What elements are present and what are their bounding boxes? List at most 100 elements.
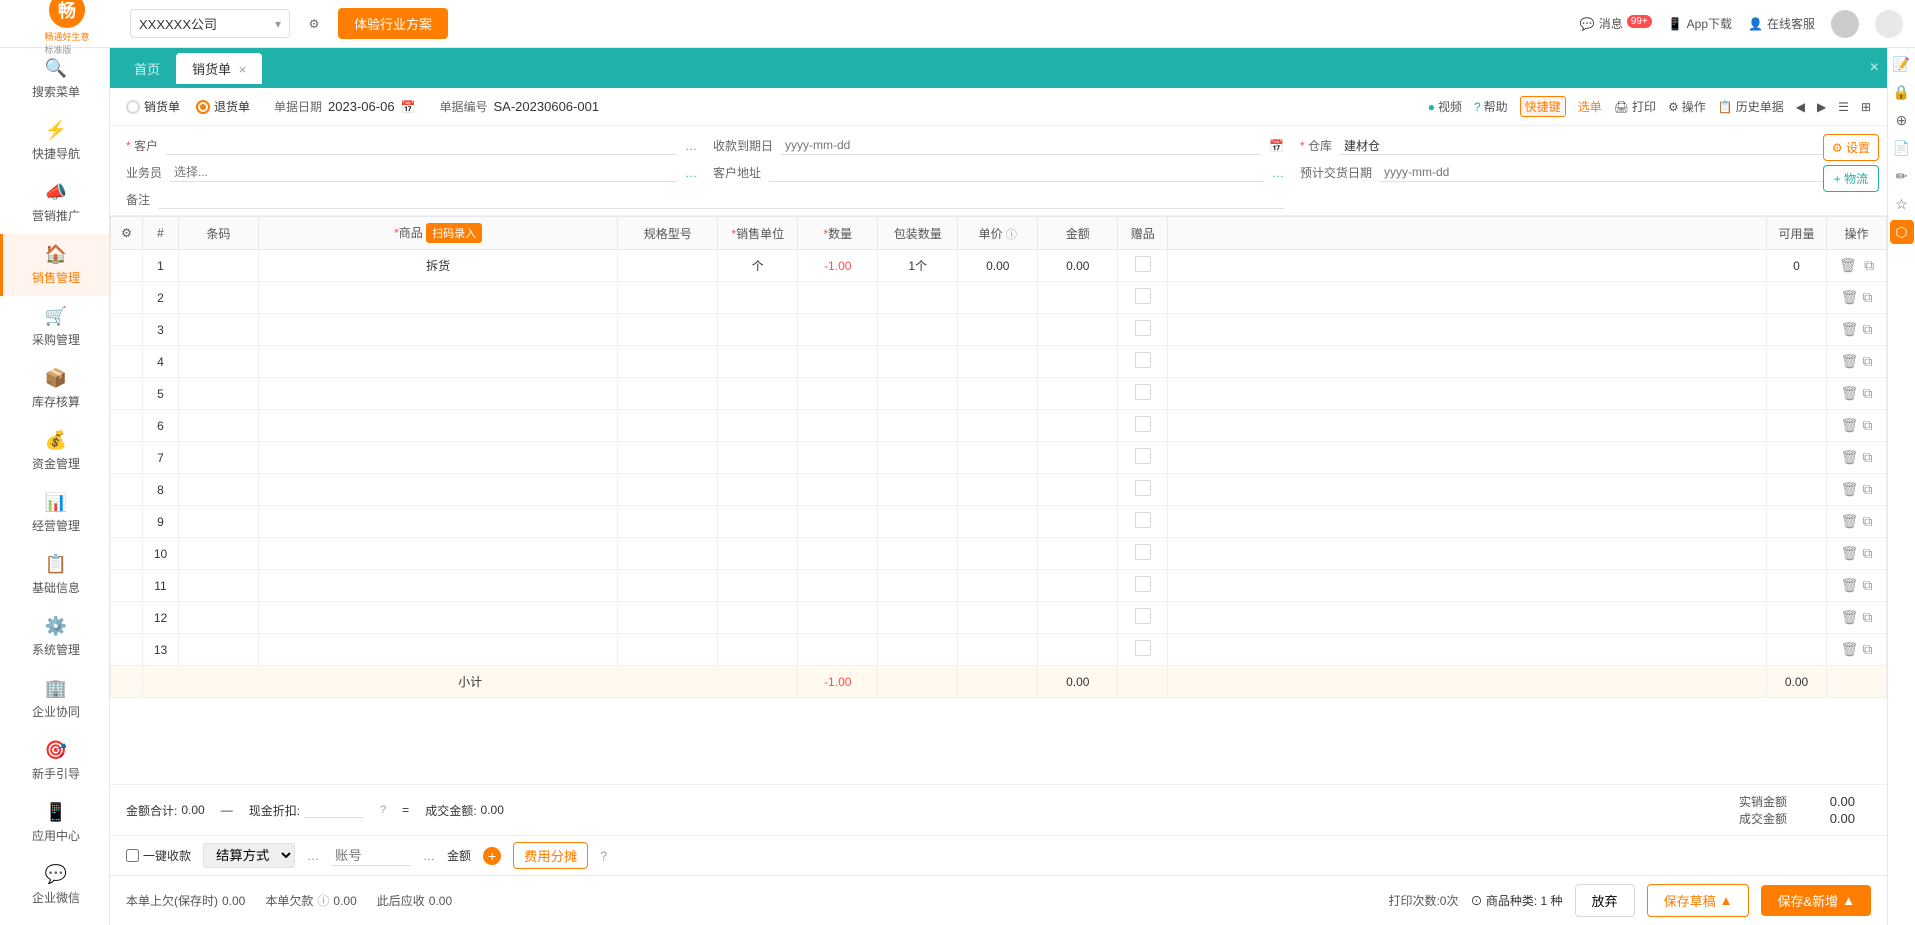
save-new-btn[interactable]: 保存&新增 ▲ [1761,885,1871,916]
row-gift[interactable] [1118,282,1168,314]
row-price[interactable] [958,314,1038,346]
settlement-more-icon[interactable]: … [307,849,319,863]
copy-icon[interactable]: ⧉ [1860,513,1874,529]
sidebar-item-basic[interactable]: 📋 基础信息 [0,544,109,606]
row-spec[interactable] [618,250,718,282]
delete-icon[interactable]: 🗑 [1837,257,1859,273]
sidebar-item-shortcuts[interactable]: ⚡ 快捷导航 [0,110,109,172]
radio-sales[interactable]: 销货单 [126,98,180,115]
customer-input[interactable] [166,136,677,155]
right-float-add[interactable]: ⊕ [1890,108,1914,132]
salesperson-input[interactable] [170,163,677,182]
right-float-notes[interactable]: 📝 [1890,52,1914,76]
delete-icon[interactable]: 🗑 [1839,289,1861,305]
row-amount[interactable] [1038,314,1118,346]
col-settings[interactable]: ⚙ [111,217,143,250]
row-product[interactable]: 拆货 [259,250,618,282]
remarks-input[interactable] [158,190,1284,209]
action-select[interactable]: 选单 [1578,98,1602,115]
logistics-btn[interactable]: + 物流 [1823,165,1879,192]
sidebar-item-purchase[interactable]: 🛒 采购管理 [0,296,109,358]
copy-icon[interactable]: ⧉ [1860,641,1874,657]
nav-next[interactable]: ▶ [1817,100,1826,114]
row-product[interactable] [259,282,618,314]
tab-bar-close-icon[interactable]: × [1870,59,1879,77]
row-gift[interactable] [1118,250,1168,282]
cash-discount-input[interactable] [304,802,364,818]
sidebar-item-enterprise[interactable]: 🏢 企业协同 [0,668,109,730]
row-product[interactable] [259,314,618,346]
copy-icon[interactable]: ⧉ [1860,353,1874,369]
sidebar-item-system[interactable]: ⚙️ 系统管理 [0,606,109,668]
one-click-checkbox[interactable] [126,849,139,862]
view-grid-icon[interactable]: ⊞ [1861,100,1871,114]
row-barcode[interactable] [179,250,259,282]
payment-due-input[interactable] [781,136,1261,155]
date-value[interactable]: 2023-06-06 [328,99,395,114]
sidebar-item-marketing[interactable]: 📣 营销推广 [0,172,109,234]
copy-icon[interactable]: ⧉ [1860,481,1874,497]
delete-icon[interactable]: 🗑 [1839,353,1861,369]
avatar[interactable] [1831,10,1859,38]
sidebar-item-wechat[interactable]: 💬 企业微信 [0,854,109,916]
delete-icon[interactable]: 🗑 [1839,417,1861,433]
discount-info-icon[interactable]: ? [380,804,386,816]
app-download-btn[interactable]: 📱 App下载 [1668,15,1732,32]
row-pkg[interactable] [878,314,958,346]
right-float-orange[interactable]: ⬡ [1890,220,1914,244]
row-qty[interactable] [798,282,878,314]
save-draft-btn[interactable]: 保存草稿 ▲ [1647,884,1750,917]
right-float-lock[interactable]: 🔒 [1890,80,1914,104]
row-qty[interactable]: -1.00 [798,250,878,282]
bank-account-input[interactable] [331,846,411,866]
action-history[interactable]: 📋 历史单据 [1718,98,1784,115]
try-btn[interactable]: 体验行业方案 [338,8,448,39]
copy-icon[interactable]: ⧉ [1860,385,1874,401]
message-btn[interactable]: 💬 消息 99+ [1580,15,1652,32]
sidebar-item-finance[interactable]: 💰 资金管理 [0,420,109,482]
abandon-btn[interactable]: 放弃 [1575,884,1635,917]
sidebar-item-member[interactable]: V 畅会员 [0,916,109,925]
add-payment-btn[interactable]: + [483,847,501,865]
right-float-doc[interactable]: 📄 [1890,136,1914,160]
radio-return[interactable]: 退货单 [196,98,250,115]
delete-icon[interactable]: 🗑 [1839,641,1861,657]
sidebar-item-operations[interactable]: 📊 经营管理 [0,482,109,544]
row-notes[interactable] [1168,250,1767,282]
row-amount[interactable]: 0.00 [1038,250,1118,282]
salesperson-more-icon[interactable]: … [685,166,697,180]
copy-icon[interactable]: ⧉ [1860,449,1874,465]
delete-icon[interactable]: 🗑 [1839,321,1861,337]
delete-icon[interactable]: 🗑 [1839,513,1861,529]
action-shortcut[interactable]: 快捷键 [1520,96,1566,117]
row-barcode[interactable] [179,282,259,314]
action-video[interactable]: ● 视频 [1428,98,1462,115]
row-price[interactable] [958,282,1038,314]
copy-icon[interactable]: ⧉ [1860,321,1874,337]
view-list-icon[interactable]: ☰ [1838,100,1849,114]
delete-icon[interactable]: 🗑 [1839,577,1861,593]
action-help[interactable]: ? 帮助 [1474,98,1508,115]
payment-calendar-icon[interactable]: 📅 [1269,139,1284,153]
row-spec[interactable] [618,282,718,314]
row-unit[interactable] [718,282,798,314]
delete-icon[interactable]: 🗑 [1839,481,1861,497]
right-float-edit[interactable]: ✏ [1890,164,1914,188]
tab-sales-order[interactable]: 销货单 × [176,53,262,84]
expense-btn[interactable]: 费用分摊 [513,842,588,869]
tab-home[interactable]: 首页 [118,53,176,84]
delete-icon[interactable]: 🗑 [1839,449,1861,465]
settlement-select[interactable]: 结算方式 [203,843,295,868]
address-more-icon[interactable]: … [1272,166,1284,180]
row-unit[interactable] [718,314,798,346]
row-amount[interactable] [1038,282,1118,314]
expense-help-icon[interactable]: ? [600,849,607,863]
tab-close-icon[interactable]: × [239,62,247,77]
copy-icon[interactable]: ⧉ [1860,417,1874,433]
calendar-icon[interactable]: 📅 [401,100,416,114]
row-spec[interactable] [618,314,718,346]
sidebar-item-inventory[interactable]: 📦 库存核算 [0,358,109,420]
sidebar-item-search[interactable]: 🔍 搜索菜单 [0,48,109,110]
one-click-payment-checkbox[interactable]: 一键收款 [126,847,191,864]
avatar-extra[interactable] [1875,10,1903,38]
